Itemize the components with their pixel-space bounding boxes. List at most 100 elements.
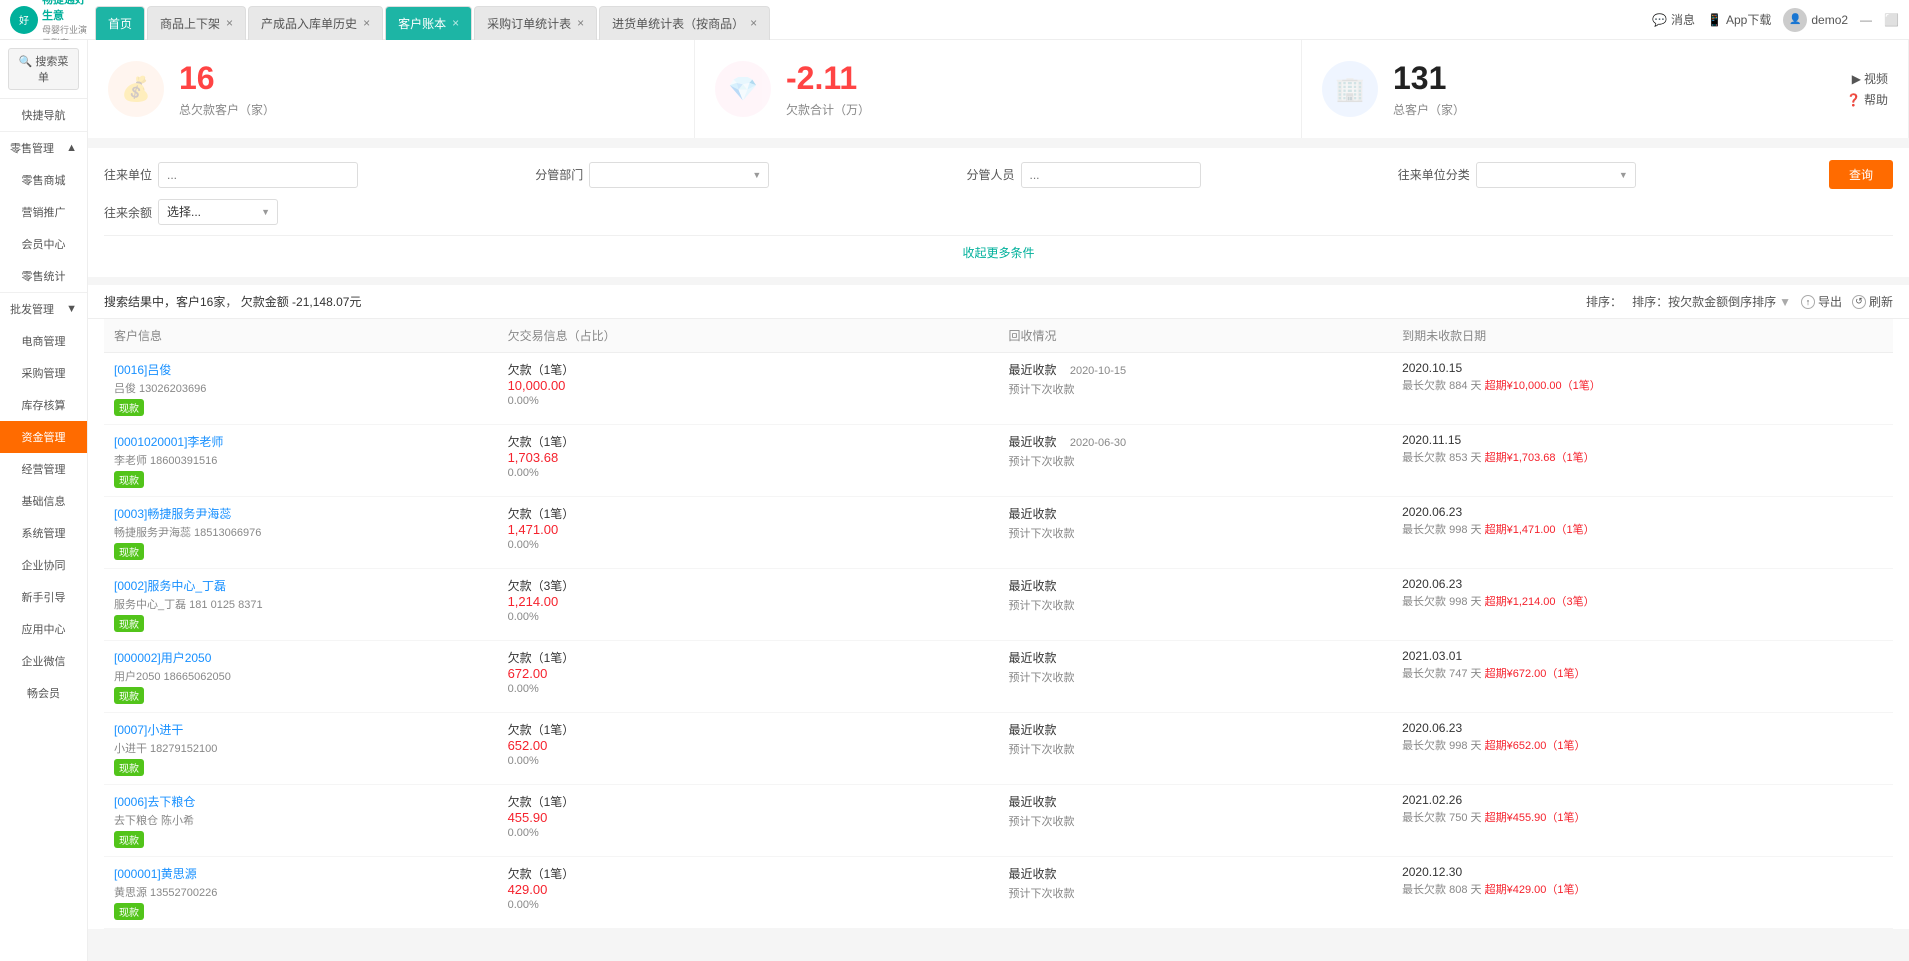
customer-name-link-1[interactable]: [0001020001]李老师 bbox=[114, 433, 488, 450]
sidebar-item-changhui[interactable]: 畅会员 bbox=[0, 677, 87, 709]
cell-due-date-6: 2021.02.26 最长欠款 750 天 超期¥455.90（1笔） bbox=[1392, 785, 1893, 857]
sidebar-item-enterprise[interactable]: 企业协同 bbox=[0, 549, 87, 581]
cell-debt-5: 欠款（1笔） 652.00 0.00% bbox=[498, 713, 999, 785]
table-row: [000002]用户2050 用户2050 18665062050 现款 欠款（… bbox=[104, 641, 1893, 713]
tab-product-manage[interactable]: 商品上下架 × bbox=[147, 6, 246, 40]
sidebar-item-basic-info[interactable]: 基础信息 bbox=[0, 485, 87, 517]
cell-due-date-2: 2020.06.23 最长欠款 998 天 超期¥1,471.00（1笔） bbox=[1392, 497, 1893, 569]
tab-incoming-stats-close[interactable]: × bbox=[750, 16, 757, 30]
debt-customers-icon: 💰 bbox=[108, 61, 164, 117]
customer-tag-3: 现款 bbox=[114, 615, 144, 632]
video-btn[interactable]: ▶ 视频 bbox=[1852, 70, 1888, 87]
next-collection-4: 预计下次收款 bbox=[1008, 669, 1382, 685]
sort-btn[interactable]: 排序：按欠款金额倒序排序 ▼ bbox=[1632, 293, 1791, 310]
cell-customer-7: [000001]黄思源 黄思源 13552700226 现款 bbox=[104, 857, 498, 929]
results-summary-text: 搜索结果中，客户16家 bbox=[104, 295, 225, 309]
filter-group-person: 分管人员 bbox=[967, 162, 1388, 188]
person-label: 分管人员 bbox=[967, 166, 1015, 183]
messages-btn[interactable]: 💬 消息 bbox=[1652, 11, 1695, 28]
tab-production-history-close[interactable]: × bbox=[363, 16, 370, 30]
customer-name-link-0[interactable]: [0016]吕俊 bbox=[114, 361, 488, 378]
table-row: [0016]吕俊 吕俊 13026203696 现款 欠款（1笔） 10,000… bbox=[104, 353, 1893, 425]
cell-debt-1: 欠款（1笔） 1,703.68 0.00% bbox=[498, 425, 999, 497]
overdue-amount-link-0[interactable]: 超期¥10,000.00（1笔） bbox=[1485, 380, 1601, 392]
sidebar-item-member[interactable]: 会员中心 bbox=[0, 228, 87, 260]
user-menu[interactable]: 👤 demo2 bbox=[1783, 8, 1848, 32]
overdue-amount-link-4[interactable]: 超期¥672.00（1笔） bbox=[1485, 668, 1586, 680]
customer-tag-7: 现款 bbox=[114, 903, 144, 920]
overdue-amount-link-1[interactable]: 超期¥1,703.68（1笔） bbox=[1485, 452, 1595, 464]
overdue-amount-link-6[interactable]: 超期¥455.90（1笔） bbox=[1485, 812, 1586, 824]
sidebar-item-ecommerce[interactable]: 电商管理 bbox=[0, 325, 87, 357]
window-maximize[interactable]: ⬜ bbox=[1884, 13, 1899, 27]
cell-customer-1: [0001020001]李老师 李老师 18600391516 现款 bbox=[104, 425, 498, 497]
overdue-amount-link-2[interactable]: 超期¥1,471.00（1笔） bbox=[1485, 524, 1595, 536]
sidebar-item-operation[interactable]: 经营管理 bbox=[0, 453, 87, 485]
col-debt-info: 欠交易信息（占比） bbox=[498, 319, 999, 353]
tab-purchase-order-close[interactable]: × bbox=[577, 16, 584, 30]
tab-purchase-order[interactable]: 采购订单统计表 × bbox=[474, 6, 597, 40]
tab-customer-account-close[interactable]: × bbox=[452, 16, 459, 30]
collapse-btn[interactable]: 收起更多条件 bbox=[104, 240, 1893, 265]
debt-amount-0[interactable]: 10,000.00 bbox=[508, 378, 989, 393]
sidebar-item-marketing[interactable]: 营销推广 bbox=[0, 196, 87, 228]
last-collection-6: 最近收款 bbox=[1008, 793, 1382, 810]
customer-name-link-2[interactable]: [0003]畅捷服务尹海蕊 bbox=[114, 505, 488, 522]
customer-tag-5: 现款 bbox=[114, 759, 144, 776]
col-collection: 回收情况 bbox=[998, 319, 1392, 353]
due-date-0: 2020.10.15 bbox=[1402, 361, 1883, 375]
tab-production-history[interactable]: 产成品入库单历史 × bbox=[248, 6, 383, 40]
overdue-amount-link-5[interactable]: 超期¥652.00（1笔） bbox=[1485, 740, 1586, 752]
debt-amount-4[interactable]: 672.00 bbox=[508, 666, 989, 681]
next-collection-7: 预计下次收款 bbox=[1008, 885, 1382, 901]
tab-product-manage-close[interactable]: × bbox=[226, 16, 233, 30]
sidebar-item-system[interactable]: 系统管理 bbox=[0, 517, 87, 549]
window-minimize[interactable]: — bbox=[1860, 13, 1872, 27]
customer-name-link-6[interactable]: [0006]去下粮仓 bbox=[114, 793, 488, 810]
sidebar-item-corp-wechat[interactable]: 企业微信 bbox=[0, 645, 87, 677]
overdue-amount-link-3[interactable]: 超期¥1,214.00（3笔） bbox=[1485, 596, 1595, 608]
sidebar-item-finance[interactable]: 资金管理 bbox=[0, 421, 87, 453]
sidebar-item-guide[interactable]: 新手引导 bbox=[0, 581, 87, 613]
dept-select[interactable] bbox=[589, 162, 769, 188]
sidebar-item-quick-nav[interactable]: 快捷导航 bbox=[0, 99, 87, 132]
stat-info-debt-amount: -2.11 欠款合计（万） bbox=[786, 60, 870, 118]
help-btn[interactable]: ❓ 帮助 bbox=[1846, 91, 1888, 108]
sidebar-item-retail-stats[interactable]: 零售统计 bbox=[0, 260, 87, 292]
refresh-btn[interactable]: ↺ 刷新 bbox=[1852, 293, 1893, 310]
balance-select[interactable]: 选择... bbox=[158, 199, 278, 225]
customer-name-link-5[interactable]: [0007]小进干 bbox=[114, 721, 488, 738]
customer-name-link-4[interactable]: [000002]用户2050 bbox=[114, 649, 488, 666]
customer-name-link-3[interactable]: [0002]服务中心_丁磊 bbox=[114, 577, 488, 594]
person-input[interactable] bbox=[1021, 162, 1201, 188]
debt-amount-6[interactable]: 455.90 bbox=[508, 810, 989, 825]
source-unit-input[interactable] bbox=[158, 162, 358, 188]
sidebar-item-batch-manage[interactable]: 批发管理 ▼ bbox=[0, 293, 87, 325]
debt-amount-7[interactable]: 429.00 bbox=[508, 882, 989, 897]
debt-amount-2[interactable]: 1,471.00 bbox=[508, 522, 989, 537]
filter-row-1: 往来单位 分管部门 分管人员 往来单位分类 bbox=[104, 160, 1893, 189]
app-download-btn[interactable]: 📱 App下载 bbox=[1707, 11, 1771, 28]
query-button[interactable]: 查询 bbox=[1829, 160, 1893, 189]
debt-amount-1[interactable]: 1,703.68 bbox=[508, 450, 989, 465]
next-collection-6: 预计下次收款 bbox=[1008, 813, 1382, 829]
overdue-amount-link-7[interactable]: 超期¥429.00（1笔） bbox=[1485, 884, 1586, 896]
customer-name-link-7[interactable]: [000001]黄思源 bbox=[114, 865, 488, 882]
sidebar-item-retail-mall[interactable]: 零售商城 bbox=[0, 164, 87, 196]
debt-amount-3[interactable]: 1,214.00 bbox=[508, 594, 989, 609]
sidebar-item-purchase[interactable]: 采购管理 bbox=[0, 357, 87, 389]
unit-class-select[interactable] bbox=[1476, 162, 1636, 188]
sidebar-item-retail-manage[interactable]: 零售管理 ▲ bbox=[0, 132, 87, 164]
cell-collection-0: 最近收款 2020-10-15 预计下次收款 bbox=[998, 353, 1392, 425]
sidebar-item-inventory[interactable]: 库存核算 bbox=[0, 389, 87, 421]
sidebar-item-apps[interactable]: 应用中心 bbox=[0, 613, 87, 645]
tab-incoming-stats[interactable]: 进货单统计表（按商品） × bbox=[599, 6, 770, 40]
tab-home[interactable]: 首页 bbox=[95, 6, 145, 40]
tab-customer-account[interactable]: 客户账本 × bbox=[385, 6, 472, 40]
cell-customer-2: [0003]畅捷服务尹海蕊 畅捷服务尹海蕊 18513066976 现款 bbox=[104, 497, 498, 569]
export-btn[interactable]: ↑ 导出 bbox=[1801, 293, 1842, 310]
debt-percent-1: 0.00% bbox=[508, 467, 989, 479]
next-collection-1: 预计下次收款 bbox=[1008, 453, 1382, 469]
debt-amount-5[interactable]: 652.00 bbox=[508, 738, 989, 753]
search-menu-btn[interactable]: 🔍 搜索菜单 bbox=[8, 48, 79, 90]
